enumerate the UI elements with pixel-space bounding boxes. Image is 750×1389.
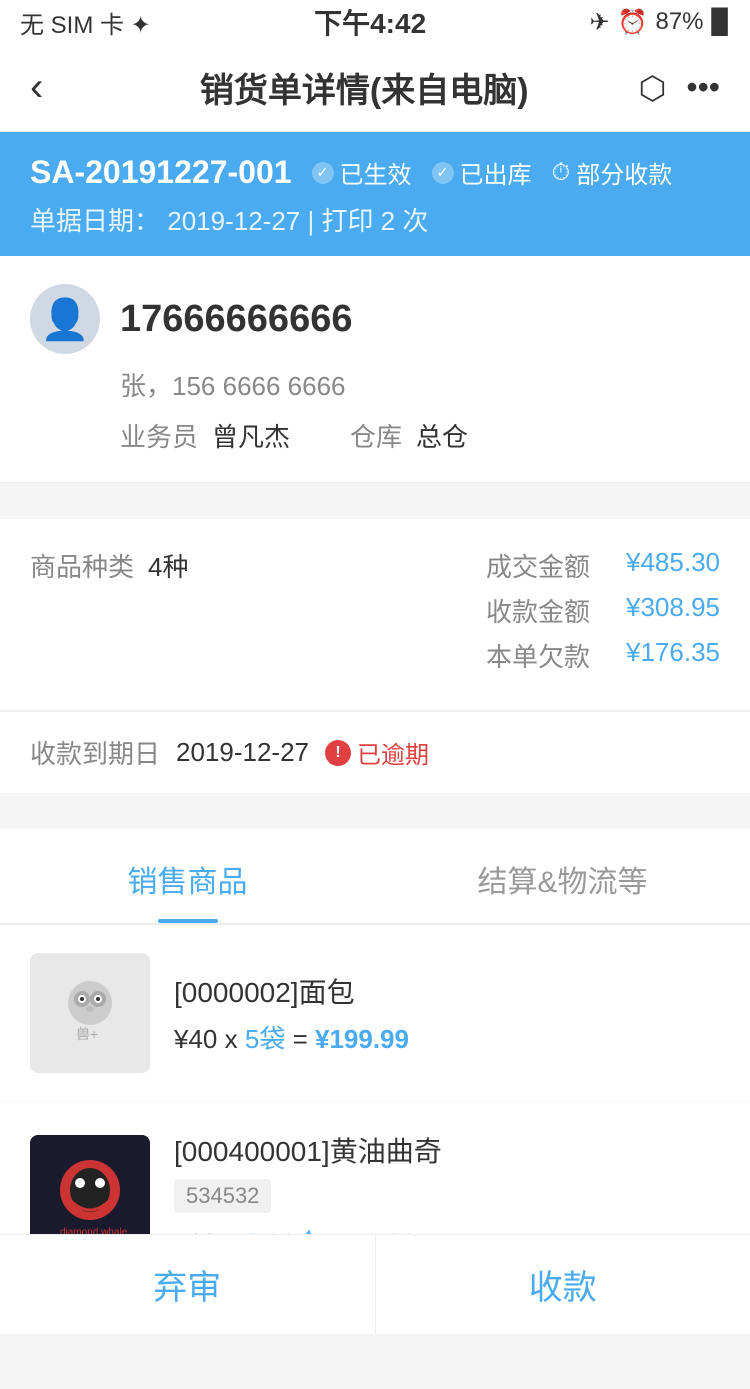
- sales-rep: 业务员 曾凡杰: [120, 417, 290, 454]
- product-name-2: [000400001]黄油曲奇: [174, 1130, 720, 1170]
- overdue-badge: ! 已逾期: [325, 735, 429, 770]
- date-label: 单据日期：: [30, 206, 160, 236]
- clock-icon: ⏱: [552, 159, 571, 187]
- tab-sales-products-label: 销售商品: [128, 866, 248, 899]
- battery-icon: ▉: [712, 8, 730, 37]
- svg-text:兽+: 兽+: [76, 1026, 98, 1042]
- print-info: | 打印 2 次: [307, 206, 428, 236]
- received-amount: ¥308.95: [610, 592, 720, 629]
- cancel-button[interactable]: 弃审: [0, 1235, 376, 1334]
- price-qty-1: 5袋: [245, 1024, 285, 1054]
- status-active: ✓ 已生效: [312, 155, 412, 190]
- status-partial: ⏱ 部分收款: [552, 155, 673, 190]
- deal-amount-label: 成交金额: [486, 547, 590, 584]
- owl-icon: 兽+: [50, 973, 130, 1053]
- customer-section: 👤 17666666666 张，156 6666 6666 业务员 曾凡杰 仓库…: [0, 256, 750, 483]
- status-partial-label: 部分收款: [576, 155, 672, 190]
- tab-sales-products[interactable]: 销售商品: [0, 829, 375, 923]
- status-right: ✈ ⏰ 87% ▉: [589, 8, 730, 37]
- check-icon-1: ✓: [312, 162, 334, 184]
- due-date-section: 收款到期日 2019-12-27 ! 已逾期: [0, 711, 750, 793]
- amounts: 成交金额 ¥485.30 收款金额 ¥308.95 本单欠款 ¥176.35: [486, 547, 720, 682]
- overdue-icon: !: [325, 740, 351, 766]
- product-name-1: [0000002]面包: [174, 971, 720, 1011]
- check-icon-2: ✓: [432, 162, 454, 184]
- tabs: 销售商品 结算&物流等: [0, 829, 750, 925]
- customer-phone: 17666666666: [120, 298, 352, 341]
- customer-name: 张，156 6666 6666: [30, 366, 720, 403]
- nav-bar: ‹ 销货单详情(来自电脑) ⬡ •••: [0, 44, 750, 132]
- sim-indicator: 无 SIM 卡 ✦: [20, 5, 151, 40]
- summary-section: 商品种类 4种 成交金额 ¥485.30 收款金额 ¥308.95 本单欠款 ¥…: [0, 519, 750, 711]
- overdue-label: 已逾期: [357, 735, 429, 770]
- divider-1: [0, 483, 750, 501]
- order-date: 2019-12-27: [167, 206, 300, 236]
- customer-meta: 业务员 曾凡杰 仓库 总仓: [30, 417, 720, 454]
- warehouse: 仓库 总仓: [350, 417, 468, 454]
- person-icon: 👤: [40, 296, 90, 343]
- status-time: 下午4:42: [314, 2, 426, 42]
- share-icon[interactable]: ⬡: [638, 69, 666, 107]
- order-number: SA-20191227-001: [30, 154, 292, 191]
- tab-settlement-label: 结算&物流等: [477, 866, 647, 899]
- order-header: SA-20191227-001 ✓ 已生效 ✓ 已出库 ⏱ 部分收款 单据日期：…: [0, 132, 750, 256]
- collect-button[interactable]: 收款: [376, 1235, 750, 1334]
- list-item: 兽+ [0000002]面包 ¥40 x 5袋 = ¥199.99: [0, 925, 750, 1102]
- bottom-bar: 弃审 收款: [0, 1234, 750, 1334]
- divider-2: [0, 793, 750, 811]
- nav-actions: ⬡ •••: [638, 69, 720, 107]
- battery-level: 87%: [655, 8, 703, 36]
- product-tag-2: 534532: [174, 1179, 271, 1213]
- location-icon: ✈: [589, 8, 609, 37]
- price-eq-1: =: [293, 1024, 315, 1054]
- sales-rep-value: 曾凡杰: [212, 417, 290, 454]
- category-label: 商品种类: [30, 547, 134, 584]
- price-base-1: ¥40: [174, 1024, 217, 1054]
- deal-amount: ¥485.30: [610, 547, 720, 584]
- category-count: 4种: [148, 547, 188, 584]
- warehouse-label: 仓库: [350, 417, 402, 454]
- sales-rep-label: 业务员: [120, 417, 198, 454]
- product-price-1: ¥40 x 5袋 = ¥199.99: [174, 1019, 720, 1056]
- page-title: 销货单详情(来自电脑): [200, 63, 529, 112]
- avatar: 👤: [30, 284, 100, 354]
- back-button[interactable]: ‹: [30, 65, 90, 110]
- product-thumb-1: 兽+: [30, 953, 150, 1073]
- status-bar: 无 SIM 卡 ✦ 下午4:42 ✈ ⏰ 87% ▉: [0, 0, 750, 44]
- debt-amount-label: 本单欠款: [486, 637, 590, 674]
- status-left: 无 SIM 卡 ✦: [20, 5, 151, 40]
- warehouse-value: 总仓: [416, 417, 468, 454]
- status-shipped: ✓ 已出库: [432, 155, 532, 190]
- alarm-icon: ⏰: [618, 8, 648, 37]
- order-date-row: 单据日期： 2019-12-27 | 打印 2 次: [30, 201, 720, 238]
- status-shipped-label: 已出库: [460, 155, 532, 190]
- more-icon[interactable]: •••: [686, 69, 720, 106]
- received-amount-label: 收款金额: [486, 592, 590, 629]
- product-info-1: [0000002]面包 ¥40 x 5袋 = ¥199.99: [174, 971, 720, 1056]
- price-x-1: x: [225, 1024, 245, 1054]
- debt-amount: ¥176.35: [610, 637, 720, 674]
- due-label: 收款到期日: [30, 734, 160, 771]
- due-date-value: 2019-12-27: [176, 737, 309, 768]
- status-active-label: 已生效: [340, 155, 412, 190]
- tab-settlement[interactable]: 结算&物流等: [375, 829, 750, 923]
- price-total-1: ¥199.99: [315, 1024, 409, 1054]
